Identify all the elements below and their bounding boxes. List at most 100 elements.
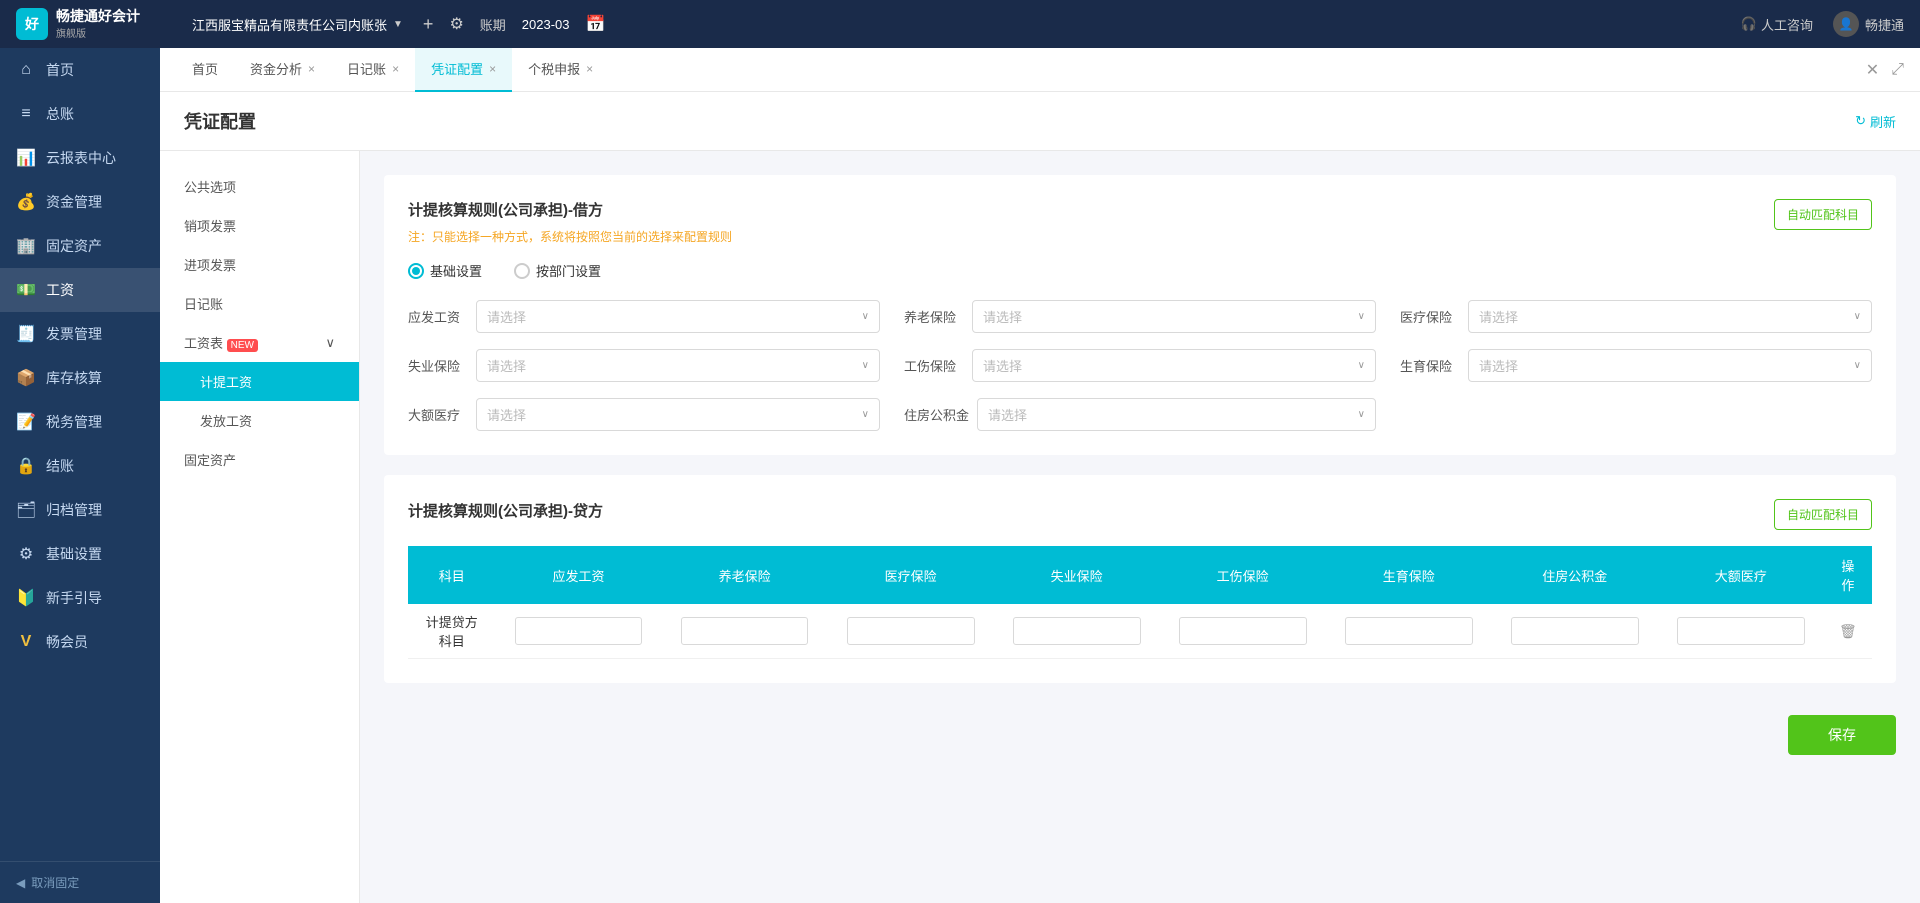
funds-icon: 💰: [16, 192, 36, 212]
tab-actions: ✕ ⤢: [1866, 60, 1904, 80]
left-nav: 公共选项 销项发票 进项发票 日记账 工资表 NEW ∨ 计提工资 发放工资 固…: [160, 151, 360, 903]
tab-voucher-config[interactable]: 凭证配置 ×: [415, 48, 512, 92]
inventory-icon: 📦: [16, 368, 36, 388]
sidebar-item-guide[interactable]: 🔰 新手引导: [0, 576, 160, 620]
left-nav-purchase-invoice[interactable]: 进项发票: [160, 245, 359, 284]
chevron-down-icon: ∨: [325, 335, 335, 351]
save-button[interactable]: 保存: [1788, 715, 1896, 755]
sidebar-item-invoices[interactable]: 🧾 发票管理: [0, 312, 160, 356]
period-value: 2023-03: [522, 17, 570, 32]
dropdown-arrow: ∨: [862, 311, 869, 322]
form-row-large-medical: 大额医疗 请选择 ∨: [408, 398, 880, 431]
tab-close-tax[interactable]: ×: [586, 62, 593, 76]
table-header-row: 科目 应发工资 养老保险 医疗保险 失业保险 工伤保险 生育保险 住房公积金 大…: [408, 546, 1872, 604]
add-button[interactable]: +: [423, 14, 434, 35]
service-button[interactable]: 🎧 人工咨询: [1741, 15, 1813, 34]
sidebar-item-label: 归档管理: [46, 500, 102, 520]
tab-close-fund[interactable]: ×: [308, 62, 315, 76]
refresh-button[interactable]: ↻ 刷新: [1855, 112, 1896, 131]
tab-tax-report[interactable]: 个税申报 ×: [512, 48, 609, 92]
col-large-medical: 大额医疗: [1658, 546, 1824, 604]
left-nav-salary-group: 工资表 NEW ∨ 计提工资 发放工资: [160, 323, 359, 440]
company-name: 江西服宝精品有限责任公司内账张: [192, 15, 387, 34]
reports-icon: 📊: [16, 148, 36, 168]
sidebar-item-label: 税务管理: [46, 412, 102, 432]
tab-home[interactable]: 首页: [176, 48, 234, 92]
content-area: 首页 资金分析 × 日记账 × 凭证配置 × 个税申报 × ✕ ⤢: [160, 48, 1920, 903]
tab-journal[interactable]: 日记账 ×: [331, 48, 415, 92]
left-nav-journal[interactable]: 日记账: [160, 284, 359, 323]
select-medical[interactable]: 请选择 ∨: [1468, 300, 1872, 333]
input-maternity[interactable]: [1345, 617, 1473, 645]
select-pension[interactable]: 请选择 ∨: [972, 300, 1376, 333]
new-badge: NEW: [227, 339, 258, 352]
sidebar-item-home[interactable]: ⌂ 首页: [0, 48, 160, 92]
sidebar-item-tax[interactable]: 📝 税务管理: [0, 400, 160, 444]
left-nav-sales-invoice[interactable]: 销项发票: [160, 206, 359, 245]
debit-auto-match-button[interactable]: 自动匹配科目: [1774, 199, 1872, 230]
delete-row-button[interactable]: 🗑: [1839, 623, 1857, 639]
select-unemployment[interactable]: 请选择 ∨: [476, 349, 880, 382]
select-large-medical[interactable]: 请选择 ∨: [476, 398, 880, 431]
sidebar-item-vip[interactable]: V 畅会员: [0, 620, 160, 664]
select-maternity[interactable]: 请选择 ∨: [1468, 349, 1872, 382]
credit-auto-match-button[interactable]: 自动匹配科目: [1774, 499, 1872, 530]
input-housing[interactable]: [1511, 617, 1639, 645]
calendar-icon[interactable]: 📅: [586, 14, 606, 34]
label-maternity: 生育保险: [1400, 356, 1460, 375]
cell-housing: [1492, 604, 1658, 659]
cell-large-medical: [1658, 604, 1824, 659]
expand-tab-action[interactable]: ⤢: [1891, 61, 1904, 79]
sidebar-item-reports[interactable]: 📊 云报表中心: [0, 136, 160, 180]
sidebar-item-settings[interactable]: ⚙ 基础设置: [0, 532, 160, 576]
col-housing: 住房公积金: [1492, 546, 1658, 604]
tax-icon: 📝: [16, 412, 36, 432]
input-large-medical[interactable]: [1677, 617, 1805, 645]
cancel-pin-button[interactable]: ◀ 取消固定: [0, 861, 160, 903]
dropdown-arrow: ∨: [1358, 311, 1365, 322]
cell-unemployment: [994, 604, 1160, 659]
left-nav-pay-salary[interactable]: 发放工资: [160, 401, 359, 440]
settings-icon[interactable]: ⚙: [449, 14, 463, 34]
sidebar-item-archive[interactable]: 🗂 归档管理: [0, 488, 160, 532]
dropdown-arrow: ∨: [1854, 360, 1861, 371]
dropdown-arrow: ∨: [1358, 409, 1365, 420]
sidebar-item-assets[interactable]: 🏢 固定资产: [0, 224, 160, 268]
select-salary[interactable]: 请选择 ∨: [476, 300, 880, 333]
input-pension[interactable]: [681, 617, 809, 645]
col-actions: 操作: [1824, 546, 1872, 604]
close-tab-action[interactable]: ✕: [1866, 60, 1879, 80]
tab-close-journal[interactable]: ×: [392, 62, 399, 76]
vip-icon: V: [16, 633, 36, 651]
input-injury[interactable]: [1179, 617, 1307, 645]
input-unemployment[interactable]: [1013, 617, 1141, 645]
radio-dept[interactable]: 按部门设置: [514, 261, 601, 280]
sidebar-item-ledger[interactable]: ≡ 总账: [0, 92, 160, 136]
credit-section-title: 计提核算规则(公司承担)-贷方: [408, 500, 603, 521]
company-selector[interactable]: 江西服宝精品有限责任公司内账张 ▼: [192, 15, 403, 34]
left-arrow-icon: ◀: [16, 876, 25, 890]
user-menu[interactable]: 👤 畅捷通: [1833, 11, 1904, 37]
left-nav-salary-toggle[interactable]: 工资表 NEW ∨: [160, 323, 359, 362]
guide-icon: 🔰: [16, 588, 36, 608]
left-nav-calc-salary[interactable]: 计提工资: [160, 362, 359, 401]
tab-close-voucher[interactable]: ×: [489, 62, 496, 76]
left-nav-public[interactable]: 公共选项: [160, 167, 359, 206]
input-medical[interactable]: [847, 617, 975, 645]
dropdown-arrow: ∨: [862, 360, 869, 371]
left-nav-fixed-assets[interactable]: 固定资产: [160, 440, 359, 479]
sidebar-item-funds[interactable]: 💰 资金管理: [0, 180, 160, 224]
tab-fund-analysis[interactable]: 资金分析 ×: [234, 48, 331, 92]
page-header: 凭证配置 ↻ 刷新: [160, 92, 1920, 151]
debit-section-note: 注：只能选择一种方式，系统将按照您当前的选择来配置规则: [408, 228, 732, 245]
select-housing[interactable]: 请选择 ∨: [977, 398, 1376, 431]
main-panel: 计提核算规则(公司承担)-借方 注：只能选择一种方式，系统将按照您当前的选择来配…: [360, 151, 1920, 903]
radio-basic[interactable]: 基础设置: [408, 261, 482, 280]
input-salary[interactable]: [515, 617, 643, 645]
sidebar-item-salary[interactable]: 💵 工资: [0, 268, 160, 312]
settings-icon: ⚙: [16, 544, 36, 564]
sidebar-item-inventory[interactable]: 📦 库存核算: [0, 356, 160, 400]
sidebar-item-closing[interactable]: 🔒 结账: [0, 444, 160, 488]
home-icon: ⌂: [16, 61, 36, 79]
select-injury[interactable]: 请选择 ∨: [972, 349, 1376, 382]
